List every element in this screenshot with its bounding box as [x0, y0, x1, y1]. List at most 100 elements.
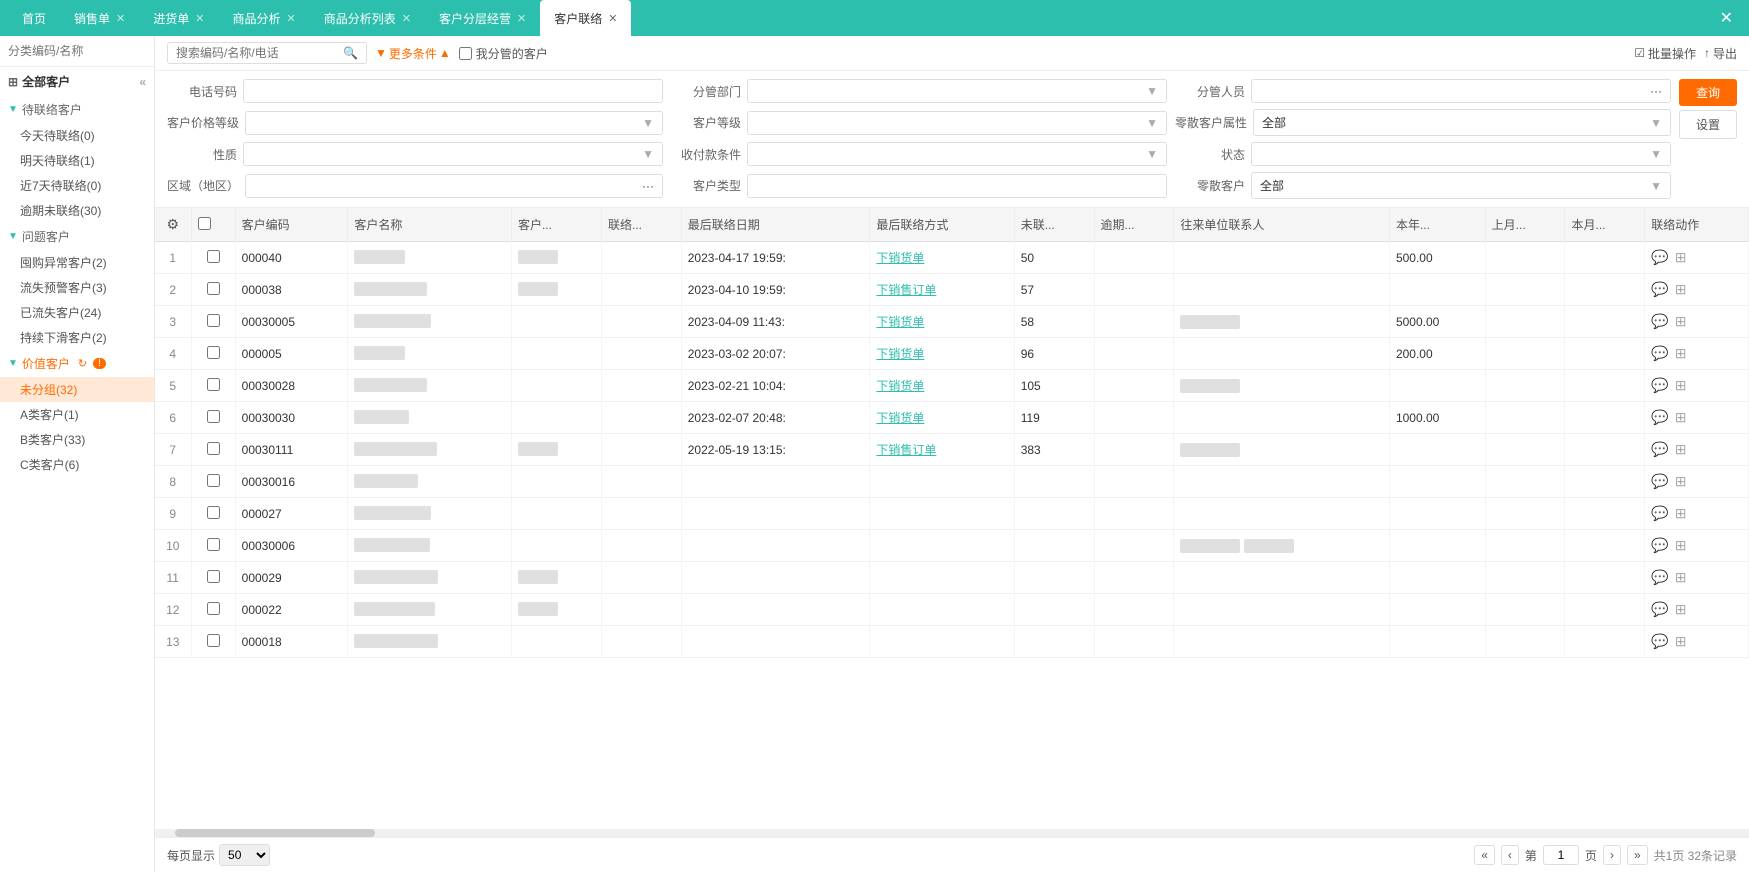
- customer-level-select[interactable]: ▼: [747, 111, 1167, 135]
- last-contact-type[interactable]: [870, 562, 1014, 594]
- row-checkbox[interactable]: [207, 442, 220, 455]
- first-page-btn[interactable]: «: [1474, 845, 1495, 865]
- row-checkbox[interactable]: [207, 314, 220, 327]
- horizontal-scrollbar[interactable]: [155, 829, 1749, 837]
- tab-close-customer-segment[interactable]: ✕: [517, 12, 526, 25]
- batch-operation-btn[interactable]: ☑ 批量操作: [1634, 45, 1696, 62]
- row-checkbox-cell[interactable]: [191, 434, 235, 466]
- tab-product-analysis[interactable]: 商品分析 ✕: [218, 0, 309, 36]
- sidebar-item-hoarding-abnormal[interactable]: 囤购异常客户(2): [0, 250, 154, 275]
- row-checkbox[interactable]: [207, 378, 220, 391]
- last-contact-type[interactable]: 下销货单: [870, 242, 1014, 274]
- last-contact-type[interactable]: [870, 530, 1014, 562]
- refresh-icon[interactable]: ↻: [78, 357, 87, 370]
- sidebar-item-tomorrow-contact[interactable]: 明天待联络(1): [0, 148, 154, 173]
- row-checkbox[interactable]: [207, 346, 220, 359]
- payment-select[interactable]: ▼: [747, 142, 1167, 166]
- action-cell[interactable]: 💬⊞: [1645, 242, 1749, 274]
- search-icon[interactable]: 🔍: [343, 46, 358, 60]
- row-checkbox-cell[interactable]: [191, 594, 235, 626]
- chat-icon[interactable]: 💬: [1651, 281, 1668, 298]
- last-contact-type[interactable]: 下销售订单: [870, 434, 1014, 466]
- row-checkbox-cell[interactable]: [191, 370, 235, 402]
- sidebar-item-churn-warning[interactable]: 流失预警客户(3): [0, 275, 154, 300]
- query-button[interactable]: 查询: [1679, 79, 1737, 106]
- chat-icon[interactable]: 💬: [1651, 505, 1668, 522]
- last-contact-type[interactable]: 下销售订单: [870, 274, 1014, 306]
- more-action-icon[interactable]: ⊞: [1675, 377, 1687, 394]
- more-conditions-btn[interactable]: ▼ 更多条件 ▲: [375, 45, 451, 62]
- tab-close-sales-order[interactable]: ✕: [116, 12, 125, 25]
- chat-icon[interactable]: 💬: [1651, 345, 1668, 362]
- contact-type-link[interactable]: 下销货单: [876, 411, 924, 425]
- row-checkbox-cell[interactable]: [191, 530, 235, 562]
- more-action-icon[interactable]: ⊞: [1675, 281, 1687, 298]
- th-settings[interactable]: ⚙: [155, 208, 191, 242]
- search-input[interactable]: [176, 46, 343, 60]
- chat-icon[interactable]: 💬: [1651, 569, 1668, 586]
- more-action-icon[interactable]: ⊞: [1675, 409, 1687, 426]
- window-close-button[interactable]: ✕: [1712, 8, 1741, 28]
- last-contact-type[interactable]: 下销货单: [870, 370, 1014, 402]
- row-checkbox-cell[interactable]: [191, 242, 235, 274]
- more-action-icon[interactable]: ⊞: [1675, 601, 1687, 618]
- row-checkbox[interactable]: [207, 282, 220, 295]
- export-btn[interactable]: ↑ 导出: [1704, 45, 1737, 62]
- contact-type-link[interactable]: 下销售订单: [876, 283, 936, 297]
- page-input[interactable]: [1543, 845, 1579, 865]
- reset-button[interactable]: 设置: [1679, 110, 1737, 139]
- row-checkbox-cell[interactable]: [191, 338, 235, 370]
- tab-sales-order[interactable]: 销售单 ✕: [60, 0, 139, 36]
- row-checkbox-cell[interactable]: [191, 626, 235, 658]
- tab-product-analysis-list[interactable]: 商品分析列表 ✕: [310, 0, 425, 36]
- nature-select[interactable]: ▼: [243, 142, 663, 166]
- status-select[interactable]: ▼: [1251, 142, 1671, 166]
- scrollbar-thumb[interactable]: [175, 829, 375, 837]
- more-action-icon[interactable]: ⊞: [1675, 473, 1687, 490]
- last-contact-type[interactable]: 下销货单: [870, 402, 1014, 434]
- select-all-checkbox[interactable]: [198, 217, 211, 230]
- group-problem-customers[interactable]: ▼ 问题客户: [0, 223, 154, 250]
- action-cell[interactable]: 💬⊞: [1645, 402, 1749, 434]
- chat-icon[interactable]: 💬: [1651, 633, 1668, 650]
- sidebar-item-class-b[interactable]: B类客户(33): [0, 427, 154, 452]
- tab-customer-contact[interactable]: 客户联络 ✕: [540, 0, 631, 36]
- dept-select[interactable]: ▼: [747, 79, 1167, 103]
- sidebar-item-class-c[interactable]: C类客户(6): [0, 452, 154, 477]
- sidebar-item-overdue-contact[interactable]: 逾期未联络(30): [0, 198, 154, 223]
- row-checkbox-cell[interactable]: [191, 402, 235, 434]
- action-cell[interactable]: 💬⊞: [1645, 498, 1749, 530]
- price-level-select[interactable]: ▼: [245, 111, 663, 135]
- sidebar-item-declining[interactable]: 持续下滑客户(2): [0, 325, 154, 350]
- row-checkbox-cell[interactable]: [191, 562, 235, 594]
- tab-purchase-order[interactable]: 进货单 ✕: [139, 0, 218, 36]
- sidebar-search-input[interactable]: [8, 44, 155, 58]
- contact-type-link[interactable]: 下销货单: [876, 251, 924, 265]
- more-action-icon[interactable]: ⊞: [1675, 249, 1687, 266]
- action-cell[interactable]: 💬⊞: [1645, 594, 1749, 626]
- more-action-icon[interactable]: ⊞: [1675, 345, 1687, 362]
- retail-attr-select[interactable]: 全部 ▼: [1253, 109, 1671, 136]
- chat-icon[interactable]: 💬: [1651, 537, 1668, 554]
- sidebar-item-churned[interactable]: 已流失客户(24): [0, 300, 154, 325]
- tab-close-product-analysis-list[interactable]: ✕: [402, 12, 411, 25]
- all-customers-header[interactable]: ⊞ 全部客户 «: [0, 67, 154, 96]
- contact-type-link[interactable]: 下销货单: [876, 315, 924, 329]
- action-cell[interactable]: 💬⊞: [1645, 274, 1749, 306]
- contact-type-link[interactable]: 下销货单: [876, 379, 924, 393]
- tab-close-purchase-order[interactable]: ✕: [195, 12, 204, 25]
- prev-page-btn[interactable]: ‹: [1501, 845, 1519, 865]
- row-checkbox[interactable]: [207, 538, 220, 551]
- action-cell[interactable]: 💬⊞: [1645, 530, 1749, 562]
- page-size-select[interactable]: 50 10 20 100: [219, 844, 270, 866]
- more-action-icon[interactable]: ⊞: [1675, 569, 1687, 586]
- row-checkbox[interactable]: [207, 250, 220, 263]
- sidebar-item-week-contact[interactable]: 近7天待联络(0): [0, 173, 154, 198]
- contact-type-link[interactable]: 下销售订单: [876, 443, 936, 457]
- chat-icon[interactable]: 💬: [1651, 377, 1668, 394]
- chat-icon[interactable]: 💬: [1651, 601, 1668, 618]
- last-contact-type[interactable]: [870, 498, 1014, 530]
- region-select[interactable]: ···: [245, 174, 663, 198]
- next-page-btn[interactable]: ›: [1603, 845, 1621, 865]
- row-checkbox[interactable]: [207, 410, 220, 423]
